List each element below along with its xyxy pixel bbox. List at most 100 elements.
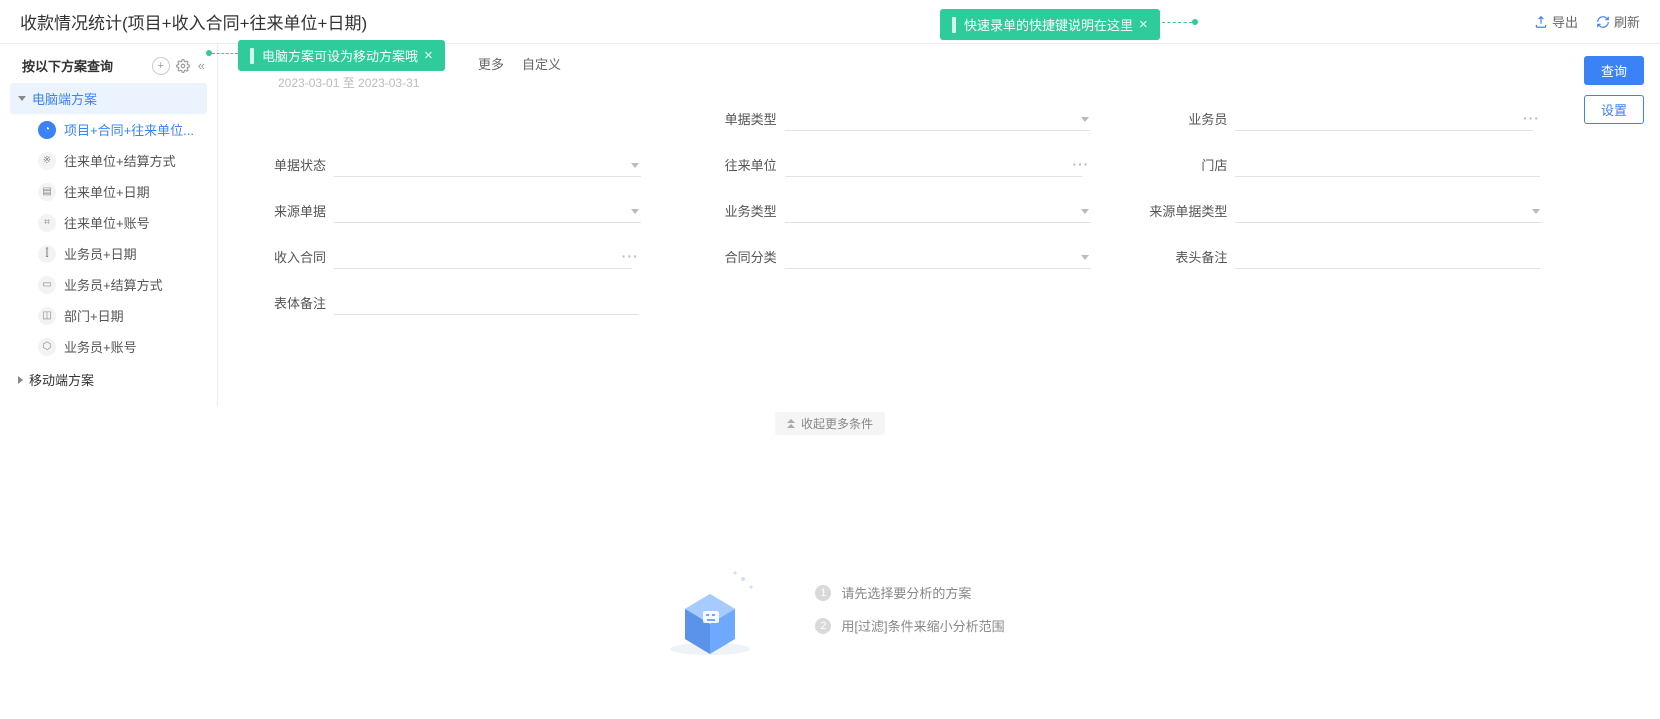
chevron-down-icon[interactable] <box>1532 203 1540 217</box>
add-scheme-button[interactable]: + <box>152 57 170 75</box>
tooltip-connector <box>1162 22 1192 23</box>
input-partner[interactable] <box>785 151 1083 177</box>
label-salesperson: 业务员 <box>1149 109 1227 128</box>
chevron-down-icon[interactable] <box>1081 203 1089 217</box>
field-body-remark: 表体备注 <box>248 289 639 315</box>
input-income-contract[interactable] <box>334 243 632 269</box>
settings-button[interactable]: 设置 <box>1584 95 1644 124</box>
tree-item-sales-account[interactable]: ⬡ 业务员+账号 <box>30 331 207 362</box>
label-partner: 往来单位 <box>699 155 777 174</box>
field-store: 门店 <box>1149 151 1540 177</box>
input-bill-type[interactable] <box>785 105 1092 131</box>
input-contract-class[interactable] <box>785 243 1092 269</box>
input-head-remark[interactable] <box>1235 243 1540 269</box>
label-bill-status: 单据状态 <box>248 155 326 174</box>
step-number: 1 <box>815 585 831 601</box>
tooltip-dot <box>1192 19 1198 25</box>
settings-icon[interactable] <box>174 57 192 75</box>
sidebar-title: 按以下方案查询 <box>22 56 148 75</box>
refresh-icon <box>1596 15 1610 29</box>
collapse-filters-button[interactable]: 收起更多条件 <box>775 412 885 435</box>
input-source-bill[interactable] <box>334 197 641 223</box>
tree-item-project-contract[interactable]: ◔ 项目+合同+往来单位... <box>30 114 207 145</box>
tree-item-sales-date[interactable]: ⫿ 业务员+日期 <box>30 238 207 269</box>
chevron-right-icon <box>18 376 23 384</box>
close-icon[interactable]: × <box>1139 16 1148 33</box>
field-salesperson: 业务员 ··· <box>1149 105 1540 131</box>
main-workspace: 按以下方案查询 + « 电脑端方案 ◔ 项目+合同+往来单位... <box>0 44 1660 407</box>
cube-icon: ⬡ <box>38 338 56 356</box>
tooltip-connector <box>212 53 238 54</box>
chevron-down-icon[interactable] <box>631 203 639 217</box>
sidebar-header: 按以下方案查询 + « <box>0 50 217 81</box>
label-store: 门店 <box>1149 155 1227 174</box>
label-contract-class: 合同分类 <box>699 247 777 266</box>
field-source-bill-type: 来源单据类型 <box>1149 197 1540 223</box>
tooltip-dot <box>206 50 212 56</box>
label-biz-type: 业务类型 <box>699 201 777 220</box>
tree-group-header-mobile[interactable]: 移动端方案 <box>10 364 207 395</box>
clock-icon: ◔ <box>38 121 56 139</box>
rect-icon: ▭ <box>38 276 56 294</box>
export-button[interactable]: 导出 <box>1534 12 1578 31</box>
tree-group-header-desktop[interactable]: 电脑端方案 <box>10 83 207 114</box>
field-partner: 往来单位 ··· <box>699 151 1090 177</box>
grid-icon: ⌗ <box>38 214 56 232</box>
tooltip-shortcut-info: 快速录单的快捷键说明在这里 × <box>940 9 1160 40</box>
filter-area: 电脑方案可设为移动方案哦 × 更多 自定义 2023-03-01 至 2023-… <box>218 44 1570 407</box>
empty-illustration <box>655 559 775 659</box>
field-bill-type: 单据类型 <box>699 105 1090 131</box>
chevron-down-icon[interactable] <box>1081 111 1089 125</box>
chart-icon: ※ <box>38 152 56 170</box>
field-head-remark: 表头备注 <box>1149 243 1540 269</box>
step-number: 2 <box>815 618 831 634</box>
query-button[interactable]: 查询 <box>1584 56 1644 85</box>
tab-custom[interactable]: 自定义 <box>522 54 561 73</box>
refresh-button[interactable]: 刷新 <box>1596 12 1640 31</box>
scheme-tree: 电脑端方案 ◔ 项目+合同+往来单位... ※ 往来单位+结算方式 ▤ 往来单位… <box>0 81 217 407</box>
list-icon: ▤ <box>38 183 56 201</box>
tooltip-mobile-scheme: 电脑方案可设为移动方案哦 × <box>238 40 445 71</box>
export-icon <box>1534 15 1548 29</box>
page-title: 收款情况统计(项目+收入合同+往来单位+日期) <box>20 9 367 34</box>
chevron-up-icon <box>787 419 795 428</box>
field-income-contract: 收入合同 ··· <box>248 243 639 269</box>
tree-item-unit-settletype[interactable]: ※ 往来单位+结算方式 <box>30 145 207 176</box>
chevron-down-icon[interactable] <box>1081 249 1089 263</box>
more-icon[interactable]: ··· <box>1523 113 1540 123</box>
tree-group-desktop: 电脑端方案 ◔ 项目+合同+往来单位... ※ 往来单位+结算方式 ▤ 往来单位… <box>10 83 207 362</box>
input-biz-type[interactable] <box>785 197 1092 223</box>
label-source-bill: 来源单据 <box>248 201 326 220</box>
label-source-bill-type: 来源单据类型 <box>1149 201 1227 220</box>
tab-more[interactable]: 更多 <box>478 54 504 73</box>
label-bill-type: 单据类型 <box>699 109 777 128</box>
input-store[interactable] <box>1235 151 1540 177</box>
label-body-remark: 表体备注 <box>248 293 326 312</box>
tree-item-unit-date[interactable]: ▤ 往来单位+日期 <box>30 176 207 207</box>
field-source-bill: 来源单据 <box>248 197 639 223</box>
tree-item-sales-settletype[interactable]: ▭ 业务员+结算方式 <box>30 269 207 300</box>
tree-children-desktop: ◔ 项目+合同+往来单位... ※ 往来单位+结算方式 ▤ 往来单位+日期 ⌗ … <box>10 114 207 362</box>
input-salesperson[interactable] <box>1235 105 1533 131</box>
input-source-bill-type[interactable] <box>1235 197 1542 223</box>
empty-step-1: 1 请先选择要分析的方案 <box>815 583 1004 602</box>
tree-item-dept-date[interactable]: ◫ 部门+日期 <box>30 300 207 331</box>
empty-state: 1 请先选择要分析的方案 2 用[过滤]条件来缩小分析范围 <box>0 439 1660 719</box>
collapse-filters-bar: 收起更多条件 <box>0 407 1660 439</box>
tree-item-unit-account[interactable]: ⌗ 往来单位+账号 <box>30 207 207 238</box>
page-header: 收款情况统计(项目+收入合同+往来单位+日期) 导出 刷新 <box>0 0 1660 44</box>
empty-step-2: 2 用[过滤]条件来缩小分析范围 <box>815 616 1004 635</box>
chevron-down-icon <box>18 96 26 101</box>
input-bill-status[interactable] <box>334 151 641 177</box>
filter-form: 单据类型 业务员 ··· 单据状态 往来单位 ··· 门店 <box>248 81 1550 329</box>
label-income-contract: 收入合同 <box>248 247 326 266</box>
more-icon[interactable]: ··· <box>622 251 639 261</box>
sidebar: 按以下方案查询 + « 电脑端方案 ◔ 项目+合同+往来单位... <box>0 44 218 407</box>
close-icon[interactable]: × <box>424 47 433 64</box>
chevron-down-icon[interactable] <box>631 157 639 171</box>
collapse-sidebar-button[interactable]: « <box>196 58 207 73</box>
input-body-remark[interactable] <box>334 289 639 315</box>
more-icon[interactable]: ··· <box>1072 159 1089 169</box>
label-head-remark: 表头备注 <box>1149 247 1227 266</box>
date-range-text: 2023-03-01 至 2023-03-31 <box>278 74 419 91</box>
